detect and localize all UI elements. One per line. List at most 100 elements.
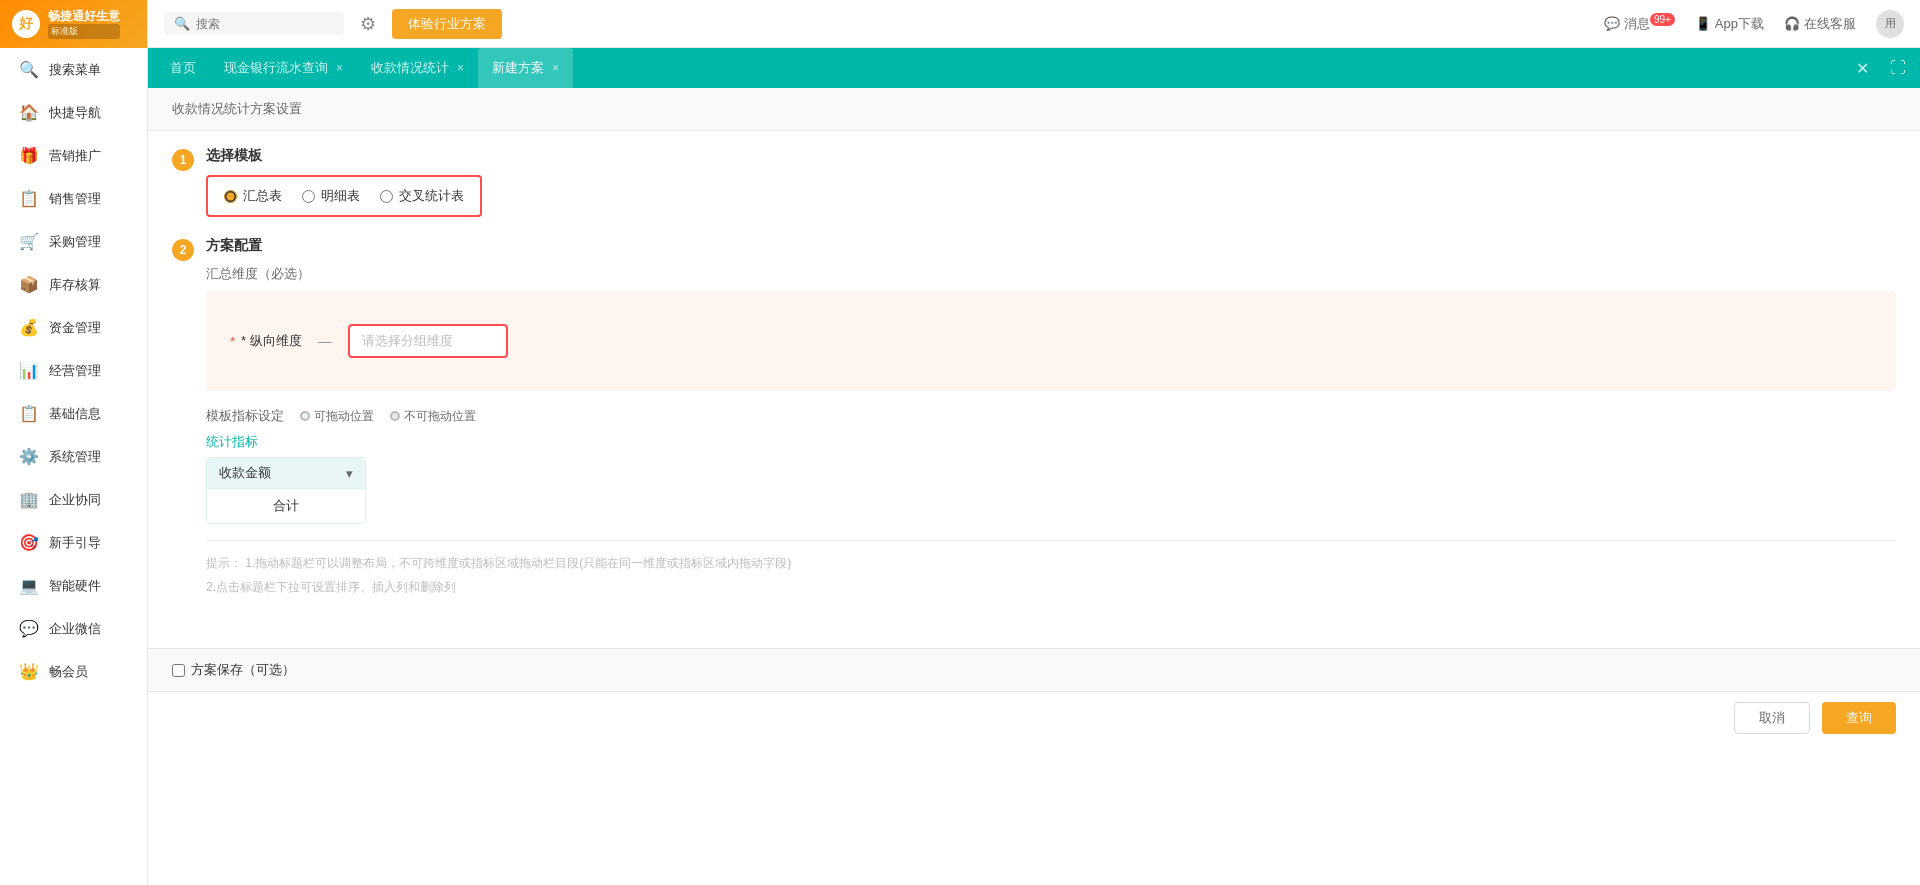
topbar: 🔍 ⚙ 体验行业方案 💬 消息 99+ 📱 App下载 🎧 在线客服 用 bbox=[148, 0, 1920, 48]
template-radio-cross[interactable] bbox=[380, 190, 393, 203]
search-input[interactable] bbox=[196, 17, 316, 31]
bottom-action-bar: 取消 查询 bbox=[148, 691, 1920, 744]
step1-title: 选择模板 bbox=[206, 147, 1896, 165]
no-drag-label: 不可拖动位置 bbox=[404, 408, 476, 425]
support-btn[interactable]: 🎧 在线客服 bbox=[1784, 15, 1856, 33]
template-radio-summary[interactable] bbox=[224, 190, 237, 203]
logo-icon: 好 bbox=[12, 10, 40, 38]
building-icon: 🏢 bbox=[19, 490, 39, 509]
tab-home[interactable]: 首页 bbox=[156, 48, 210, 88]
step2-block: 2 方案配置 汇总维度（必选） * * 纵向维度 — 请选择分组维度 bbox=[172, 237, 1896, 612]
metrics-table-header[interactable]: 收款金额 ▾ bbox=[207, 458, 365, 489]
tab-new-plan[interactable]: 新建方案 × bbox=[478, 48, 573, 88]
template-option-summary[interactable]: 汇总表 bbox=[224, 187, 282, 205]
download-icon: 📱 bbox=[1695, 16, 1711, 31]
sidebar-item-marketing[interactable]: 🎁 营销推广 bbox=[0, 134, 147, 177]
form-section: 1 选择模板 汇总表 明细表 bbox=[148, 131, 1920, 648]
sidebar-label-basic: 基础信息 bbox=[49, 405, 101, 423]
template-label-summary: 汇总表 bbox=[243, 187, 282, 205]
metrics-label-title: 统计指标 bbox=[206, 433, 1896, 451]
avatar-text: 用 bbox=[1885, 16, 1896, 31]
template-label-detail: 明细表 bbox=[321, 187, 360, 205]
sidebar-item-corp[interactable]: 🏢 企业协同 bbox=[0, 478, 147, 521]
no-drag-dot bbox=[390, 411, 400, 421]
save-checkbox[interactable] bbox=[172, 664, 185, 677]
template-option-cross[interactable]: 交叉统计表 bbox=[380, 187, 464, 205]
sidebar-item-ops[interactable]: 📊 经营管理 bbox=[0, 349, 147, 392]
sidebar-label-search: 搜索菜单 bbox=[49, 61, 101, 79]
sidebar-item-hardware[interactable]: 💻 智能硬件 bbox=[0, 564, 147, 607]
cancel-button[interactable]: 取消 bbox=[1734, 702, 1810, 734]
tab-new-plan-close[interactable]: × bbox=[552, 61, 559, 75]
template-selector: 汇总表 明细表 交叉统计表 bbox=[206, 175, 482, 217]
sidebar-item-quick-nav[interactable]: 🏠 快捷导航 bbox=[0, 91, 147, 134]
sidebar-item-purchase[interactable]: 🛒 采购管理 bbox=[0, 220, 147, 263]
tab-new-plan-label: 新建方案 bbox=[492, 59, 544, 77]
sidebar-item-sales[interactable]: 📋 销售管理 bbox=[0, 177, 147, 220]
logo-badge: 标准版 bbox=[48, 24, 120, 39]
notification-badge: 99+ bbox=[1650, 13, 1675, 26]
tab-stats[interactable]: 收款情况统计 × bbox=[357, 48, 478, 88]
sidebar-item-guide[interactable]: 🎯 新手引导 bbox=[0, 521, 147, 564]
sidebar-item-search[interactable]: 🔍 搜索菜单 bbox=[0, 48, 147, 91]
tab-cashflow-close[interactable]: × bbox=[336, 61, 343, 75]
tab-stats-label: 收款情况统计 bbox=[371, 59, 449, 77]
query-button[interactable]: 查询 bbox=[1822, 702, 1896, 734]
sidebar-item-inventory[interactable]: 📦 库存核算 bbox=[0, 263, 147, 306]
sidebar-label-ops: 经营管理 bbox=[49, 362, 101, 380]
dimension-section-title: 汇总维度（必选） bbox=[206, 265, 1896, 283]
topbar-right: 💬 消息 99+ 📱 App下载 🎧 在线客服 用 bbox=[1604, 10, 1904, 38]
crown-icon: 👑 bbox=[19, 662, 39, 681]
notification-btn[interactable]: 💬 消息 99+ bbox=[1604, 15, 1675, 33]
save-option-label[interactable]: 方案保存（可选） bbox=[172, 661, 295, 679]
sidebar-label-marketing: 营销推广 bbox=[49, 147, 101, 165]
industry-btn[interactable]: 体验行业方案 bbox=[392, 9, 502, 39]
template-option-detail[interactable]: 明细表 bbox=[302, 187, 360, 205]
dimension-dropdown[interactable]: 请选择分组维度 bbox=[348, 324, 508, 358]
template-radio-group: 汇总表 明细表 交叉统计表 bbox=[224, 187, 464, 205]
sidebar-item-member[interactable]: 👑 畅会员 bbox=[0, 650, 147, 693]
required-star: * bbox=[230, 334, 235, 349]
draggable-indicator: 可拖动位置 bbox=[300, 408, 374, 425]
hint-line1: 提示： 1.拖动标题栏可以调整布局，不可跨维度或指标区域拖动栏目段(只能在同一维… bbox=[206, 553, 1896, 575]
vertical-dimension-label: * * 纵向维度 bbox=[230, 332, 302, 350]
sidebar-label-quick-nav: 快捷导航 bbox=[49, 104, 101, 122]
settings-icon[interactable]: ⚙ bbox=[360, 13, 376, 35]
metrics-table: 收款金额 ▾ 合计 bbox=[206, 457, 366, 524]
step1-num: 1 bbox=[172, 149, 194, 171]
template-radio-detail[interactable] bbox=[302, 190, 315, 203]
hint-text: 提示： 1.拖动标题栏可以调整布局，不可跨维度或指标区域拖动栏目段(只能在同一维… bbox=[206, 553, 1896, 598]
sidebar-label-guide: 新手引导 bbox=[49, 534, 101, 552]
tab-stats-close[interactable]: × bbox=[457, 61, 464, 75]
gear-icon: ⚙️ bbox=[19, 447, 39, 466]
sidebar-item-basic[interactable]: 📋 基础信息 bbox=[0, 392, 147, 435]
avatar[interactable]: 用 bbox=[1876, 10, 1904, 38]
sidebar-label-inventory: 库存核算 bbox=[49, 276, 101, 294]
search-icon: 🔍 bbox=[19, 60, 39, 79]
target-icon: 🎯 bbox=[19, 533, 39, 552]
dimension-area: * * 纵向维度 — 请选择分组维度 bbox=[206, 291, 1896, 391]
tabs-expand-btn[interactable]: ⛶ bbox=[1884, 54, 1912, 82]
sidebar-item-finance[interactable]: 💰 资金管理 bbox=[0, 306, 147, 349]
download-btn[interactable]: 📱 App下载 bbox=[1695, 15, 1764, 33]
sidebar-item-system[interactable]: ⚙️ 系统管理 bbox=[0, 435, 147, 478]
search-box[interactable]: 🔍 bbox=[164, 12, 344, 35]
tabs-close-all-btn[interactable]: ✕ bbox=[1848, 54, 1876, 82]
step2-content: 方案配置 汇总维度（必选） * * 纵向维度 — 请选择分组维度 bbox=[206, 237, 1896, 612]
tab-cashflow[interactable]: 现金银行流水查询 × bbox=[210, 48, 357, 88]
money-icon: 💰 bbox=[19, 318, 39, 337]
hint-line2: 2.点击标题栏下拉可设置排序、插入列和删除列 bbox=[206, 577, 1896, 599]
metrics-header: 模板指标设定 可拖动位置 不可拖动位置 bbox=[206, 407, 1896, 425]
dimension-row: * * 纵向维度 — 请选择分组维度 bbox=[230, 324, 508, 358]
sidebar-label-hardware: 智能硬件 bbox=[49, 577, 101, 595]
step1-content: 选择模板 汇总表 明细表 bbox=[206, 147, 1896, 217]
sidebar-item-wechat[interactable]: 💬 企业微信 bbox=[0, 607, 147, 650]
step2-num: 2 bbox=[172, 239, 194, 261]
metrics-chevron-icon[interactable]: ▾ bbox=[346, 466, 353, 481]
save-option-text: 方案保存（可选） bbox=[191, 661, 295, 679]
info-icon: 📋 bbox=[19, 404, 39, 423]
template-label-cross: 交叉统计表 bbox=[399, 187, 464, 205]
main-area: 🔍 ⚙ 体验行业方案 💬 消息 99+ 📱 App下载 🎧 在线客服 用 bbox=[148, 0, 1920, 885]
notification-label: 消息 bbox=[1624, 15, 1650, 33]
sidebar-label-sales: 销售管理 bbox=[49, 190, 101, 208]
